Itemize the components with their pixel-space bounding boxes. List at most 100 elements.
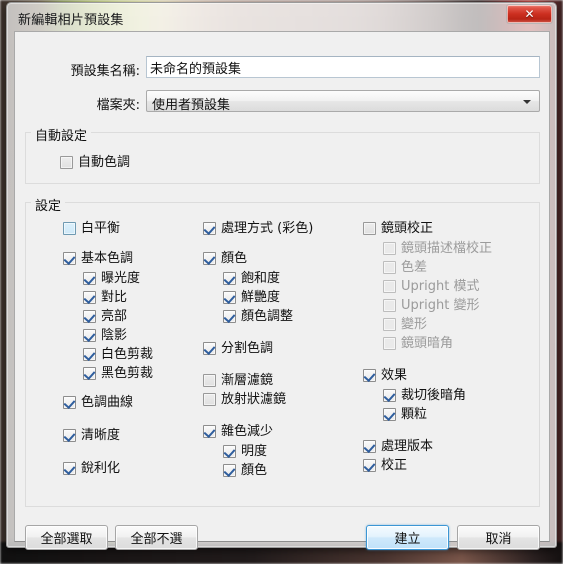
checkbox-label-色差: 色差	[401, 260, 428, 275]
checkbox-row-白色剪裁[interactable]: 白色剪裁	[83, 346, 153, 363]
checkbox-row-放射狀濾鏡[interactable]: 放射狀濾鏡	[203, 391, 286, 408]
checkbox-icon-亮部[interactable]	[83, 310, 96, 323]
checkbox-label-裁切後暗角: 裁切後暗角	[401, 388, 467, 403]
checkbox-icon-白色剪裁[interactable]	[83, 348, 96, 361]
checkbox-row-陰影[interactable]: 陰影	[83, 327, 127, 344]
checkbox-icon-變形	[383, 318, 396, 331]
checkbox-icon-色調曲線[interactable]	[63, 396, 76, 409]
cancel-button[interactable]: 取消	[457, 525, 540, 550]
checkbox-row-效果[interactable]: 效果	[363, 367, 407, 384]
folder-selected-value: 使用者預設集	[152, 98, 231, 113]
checkbox-label-鏡頭暗角: 鏡頭暗角	[401, 336, 454, 351]
checkbox-row-顏色[interactable]: 顏色	[203, 250, 247, 267]
checkbox-icon-色差	[383, 261, 396, 274]
select-all-button[interactable]: 全部選取	[25, 525, 108, 550]
checkbox-row-鏡頭描述檔校正: 鏡頭描述檔校正	[383, 240, 492, 257]
checkbox-label-upright-模式: Upright 模式	[401, 279, 480, 294]
checkbox-row-鏡頭校正[interactable]: 鏡頭校正	[363, 220, 433, 237]
checkbox-icon-效果[interactable]	[363, 369, 376, 382]
checkbox-row-黑色剪裁[interactable]: 黑色剪裁	[83, 365, 153, 382]
checkbox-label-顏色: 顏色	[241, 463, 268, 478]
checkbox-row-漸層濾鏡[interactable]: 漸層濾鏡	[203, 372, 273, 389]
checkbox-row-裁切後暗角[interactable]: 裁切後暗角	[383, 387, 466, 404]
checkbox-icon-裁切後暗角[interactable]	[383, 389, 396, 402]
checkbox-row-顆粒[interactable]: 顆粒	[383, 406, 427, 423]
dialog-client-area: 預設集名稱: 檔案夾: 使用者預設集 自動設定 自動色調 設定 白平衡基本色調曝…	[14, 31, 550, 550]
checkbox-icon-校正[interactable]	[363, 459, 376, 472]
checkbox-icon-陰影[interactable]	[83, 329, 96, 342]
checkbox-row-飽和度[interactable]: 飽和度	[223, 270, 280, 287]
checkbox-icon-upright-模式	[383, 280, 396, 293]
title-bar[interactable]: 新編輯相片預設集 ✕	[7, 3, 556, 31]
checkbox-label-雜色減少: 雜色減少	[221, 424, 274, 439]
checkbox-icon-漸層濾鏡[interactable]	[203, 374, 216, 387]
checkbox-row-明度[interactable]: 明度	[223, 443, 267, 460]
checkbox-row-鏡頭暗角: 鏡頭暗角	[383, 335, 453, 352]
checkbox-icon-雜色減少[interactable]	[203, 425, 216, 438]
checkbox-icon-鏡頭校正[interactable]	[363, 222, 376, 235]
checkbox-row-顏色[interactable]: 顏色	[223, 462, 267, 479]
checkbox-icon-放射狀濾鏡[interactable]	[203, 393, 216, 406]
checkbox-icon-基本色調[interactable]	[63, 252, 76, 265]
checkbox-label-upright-變形: Upright 變形	[401, 298, 480, 313]
checkbox-label-顏色: 顏色	[221, 251, 248, 266]
checkbox-icon-銳利化[interactable]	[63, 462, 76, 475]
checkbox-label-自動色調: 自動色調	[78, 155, 131, 170]
checkbox-row-處理方式-彩色[interactable]: 處理方式 (彩色)	[203, 220, 313, 237]
checkbox-row-清晰度[interactable]: 清晰度	[63, 427, 120, 444]
checkbox-label-鏡頭校正: 鏡頭校正	[381, 221, 434, 236]
checkbox-icon-顏色[interactable]	[223, 464, 236, 477]
checkbox-icon-曝光度[interactable]	[83, 272, 96, 285]
checkbox-icon-處理方式-彩色[interactable]	[203, 222, 216, 235]
checkbox-icon-黑色剪裁[interactable]	[83, 367, 96, 380]
checkbox-icon-鮮艷度[interactable]	[223, 291, 236, 304]
checkbox-icon-顏色調整[interactable]	[223, 310, 236, 323]
folder-dropdown[interactable]: 使用者預設集	[146, 90, 540, 113]
checkbox-row-白平衡[interactable]: 白平衡	[63, 220, 120, 237]
checkbox-icon-分割色調[interactable]	[203, 342, 216, 355]
checkbox-row-處理版本[interactable]: 處理版本	[363, 438, 433, 455]
checkbox-icon-明度[interactable]	[223, 445, 236, 458]
checkbox-label-效果: 效果	[381, 368, 408, 383]
checkbox-icon-清晰度[interactable]	[63, 429, 76, 442]
select-none-button[interactable]: 全部不選	[115, 525, 198, 550]
checkbox-row-色調曲線[interactable]: 色調曲線	[63, 394, 133, 411]
checkbox-label-處理版本: 處理版本	[381, 439, 434, 454]
checkbox-row-銳利化[interactable]: 銳利化	[63, 460, 120, 477]
chevron-down-icon	[523, 100, 531, 104]
checkbox-row-鮮艷度[interactable]: 鮮艷度	[223, 289, 280, 306]
checkbox-row-亮部[interactable]: 亮部	[83, 308, 127, 325]
checkbox-label-校正: 校正	[381, 458, 408, 473]
close-button[interactable]: ✕	[506, 4, 553, 24]
checkbox-icon-白平衡[interactable]	[63, 222, 76, 235]
close-icon: ✕	[524, 7, 535, 21]
preset-name-label: 預設集名稱:	[70, 64, 140, 79]
create-button[interactable]: 建立	[366, 525, 449, 550]
preset-name-input[interactable]	[146, 56, 540, 78]
checkbox-label-色調曲線: 色調曲線	[81, 395, 134, 410]
checkbox-label-白色剪裁: 白色剪裁	[101, 347, 154, 362]
checkbox-row-顏色調整[interactable]: 顏色調整	[223, 308, 293, 325]
checkbox-icon-顆粒[interactable]	[383, 408, 396, 421]
checkbox-row-雜色減少[interactable]: 雜色減少	[203, 423, 273, 440]
checkbox-label-分割色調: 分割色調	[221, 341, 274, 356]
checkbox-label-銳利化: 銳利化	[81, 461, 121, 476]
checkbox-row-對比[interactable]: 對比	[83, 289, 127, 306]
window-title: 新編輯相片預設集	[18, 13, 124, 28]
checkbox-label-處理方式-彩色: 處理方式 (彩色)	[221, 221, 314, 236]
dialog-window: 新編輯相片預設集 ✕ 預設集名稱: 檔案夾: 使用者預設集 自動設定 自動色調 …	[6, 2, 557, 550]
checkbox-icon-處理版本[interactable]	[363, 440, 376, 453]
checkbox-icon-顏色[interactable]	[203, 252, 216, 265]
checkbox-icon-自動色調[interactable]	[60, 156, 73, 169]
checkbox-label-對比: 對比	[101, 290, 128, 305]
checkbox-label-明度: 明度	[241, 444, 268, 459]
checkbox-icon-飽和度[interactable]	[223, 272, 236, 285]
checkbox-row-分割色調[interactable]: 分割色調	[203, 340, 273, 357]
checkbox-row-自動色調[interactable]: 自動色調	[60, 154, 130, 171]
checkbox-row-校正[interactable]: 校正	[363, 457, 407, 474]
checkbox-row-基本色調[interactable]: 基本色調	[63, 250, 133, 267]
checkbox-label-放射狀濾鏡: 放射狀濾鏡	[221, 392, 287, 407]
checkbox-row-曝光度[interactable]: 曝光度	[83, 270, 140, 287]
checkbox-label-鏡頭描述檔校正: 鏡頭描述檔校正	[401, 241, 493, 256]
checkbox-icon-對比[interactable]	[83, 291, 96, 304]
